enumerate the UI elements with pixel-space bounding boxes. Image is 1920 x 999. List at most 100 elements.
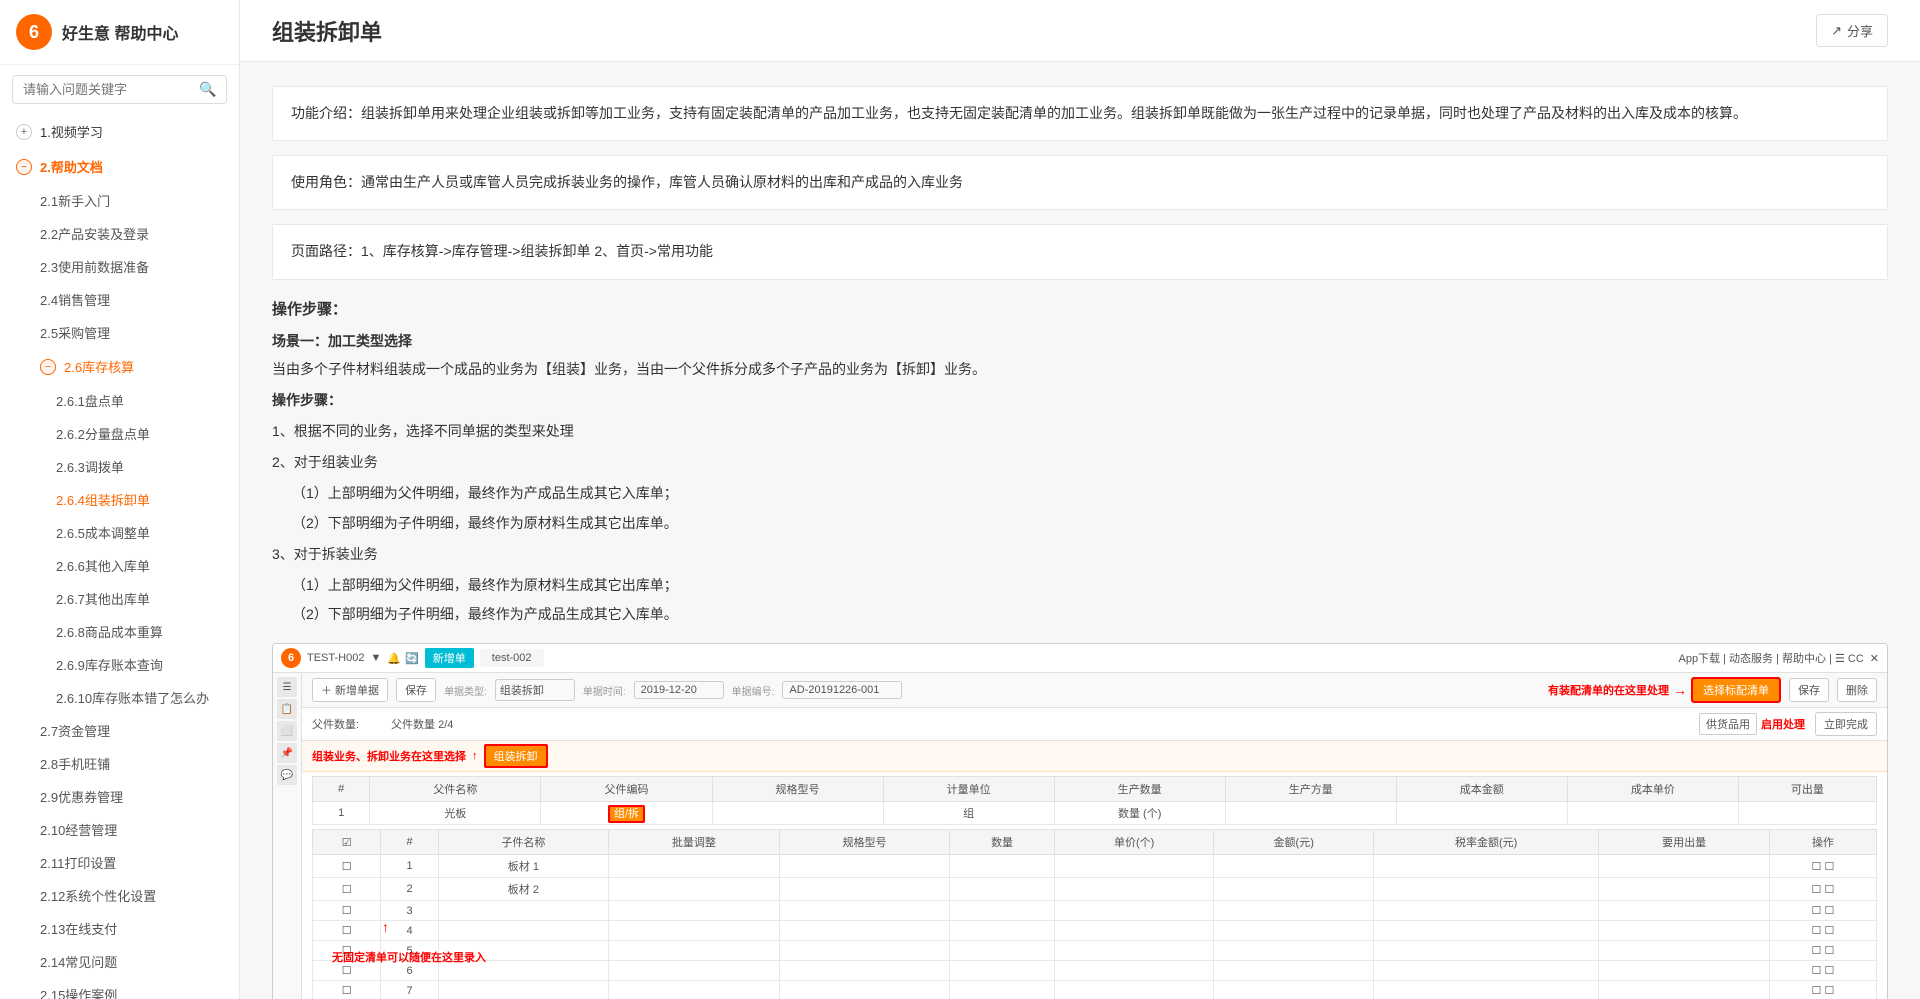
mock-parent-cell-10 [1738,802,1876,825]
mock-body: ☰ 📋 ⬜ 📌 💬 ＋ 新增单据 保存 单据类型: 组装拆卸 [273,673,1887,999]
sidebar-item-install[interactable]: 2.2产品安装及登录 [0,217,239,250]
mock-parent-cell-2: 光板 [370,802,541,825]
mock-child-row-4: ☐ 4 [313,921,1877,941]
steps-intro: 操作步骤： [272,388,1888,413]
main-header: 组装拆卸单 ↗ 分享 [240,0,1920,62]
mock-toolbar-new-btn[interactable]: ＋ 新增单据 [312,678,388,702]
mock-th-unit: 计量单位 [883,777,1054,802]
sidebar-item-assembly[interactable]: 2.6.4组装拆卸单 [0,483,239,516]
mock-sub-th-batch: 批量调整 [609,830,780,855]
sidebar-item-inventory[interactable]: − 2.6库存核算 [0,349,239,384]
mock-parent-cell-5: 组 [883,802,1054,825]
mock-app-logo: 6 [281,648,301,668]
mock-date-label: 单据时间: [583,683,626,698]
search-box[interactable]: 🔍 [12,75,227,104]
mock-arrow-icon: ▼ [370,652,381,664]
step2-sub1: （1）上部明细为父件明细，最终作为产成品生成其它入库单； [292,481,1888,506]
sidebar-item-inventory-error[interactable]: 2.6.10库存账本错了怎么办 [0,681,239,714]
mock-type-value[interactable]: 组装拆卸 [495,679,575,701]
sidebar-item-inventory-query[interactable]: 2.6.9库存账本查询 [0,648,239,681]
mock-sub-th-num: # [381,830,438,855]
sidebar-item-mobile[interactable]: 2.8手机旺铺 [0,747,239,780]
screenshot-inner: 6 TEST-H002 ▼ 🔔 🔄 新增单 test-002 App下载 | 动… [273,644,1887,999]
expand-icon-1: + [16,124,32,140]
search-input[interactable] [23,82,199,97]
screenshot-container: 6 TEST-H002 ▼ 🔔 🔄 新增单 test-002 App下载 | 动… [272,643,1888,999]
sidebar-item-cases[interactable]: 2.15操作案例 [0,978,239,999]
mock-sub-th-spec: 规格型号 [779,830,950,855]
step3-sub1: （1）上部明细为父件明细，最终作为原材料生成其它出库单； [292,573,1888,598]
sidebar-item-newcomer[interactable]: 2.1新手入门 [0,184,239,217]
sidebar-item-coupon[interactable]: 2.9优惠券管理 [0,780,239,813]
sidebar-item-faq[interactable]: 2.14常见问题 [0,945,239,978]
mock-save-btn2[interactable]: 保存 [1789,678,1829,702]
mock-child-row-3: ☐ 3 [313,901,1877,921]
sidebar-item-cost-recalc[interactable]: 2.6.8商品成本重算 [0,615,239,648]
sidebar-item-stocktake[interactable]: 2.6.1盘点单 [0,384,239,417]
mock-left-icon-5[interactable]: 💬 [277,765,297,785]
mock-left-icon-3[interactable]: ⬜ [277,721,297,741]
mock-count-row: 父件数量: 父件数量 2/4 供货品用 启用处理 立即完成 [302,708,1887,741]
mock-count-label: 父件数量: [312,716,381,732]
sidebar-item-purchase[interactable]: 2.5采购管理 [0,316,239,349]
mock-process-annotation: 启用处理 [1761,716,1805,732]
sidebar-item-funds[interactable]: 2.7资金管理 [0,714,239,747]
mock-left-panel: ☰ 📋 ⬜ 📌 💬 [273,673,302,999]
mock-left-icon-2[interactable]: 📋 [277,699,297,719]
mock-toolbar: ＋ 新增单据 保存 单据类型: 组装拆卸 单据时间: 2019-12-20 单据… [302,673,1887,708]
mock-sub-th-available: 要用出量 [1599,830,1770,855]
mock-toolbar-save-btn[interactable]: 保存 [396,678,436,702]
mock-sub-th-check: ☑ [313,830,381,855]
steps-title: 操作步骤： [272,298,1888,319]
sidebar-item-data-prep[interactable]: 2.3使用前数据准备 [0,250,239,283]
brand-name: 好生意 帮助中心 [62,20,178,44]
intro-block: 功能介绍：组装拆卸单用来处理企业组装或拆卸等加工业务，支持有固定装配清单的产品加… [272,86,1888,141]
sidebar-nav: + 1.视频学习 − 2.帮助文档 2.1新手入门 2.2产品安装及登录 2.3… [0,114,239,999]
sidebar-item-video-learning[interactable]: + 1.视频学习 [0,114,239,149]
mock-sub-th-amount: 金额(元) [1214,830,1374,855]
mock-left-icon-4[interactable]: 📌 [277,743,297,763]
mock-close-icon[interactable]: ✕ [1870,652,1879,665]
mock-process-area: 供货品用 启用处理 [1699,713,1805,735]
sidebar-item-sales[interactable]: 2.4销售管理 [0,283,239,316]
mock-assembly-btn[interactable]: 组装拆卸 [484,744,548,768]
mock-main-area: ＋ 新增单据 保存 单据类型: 组装拆卸 单据时间: 2019-12-20 单据… [302,673,1887,999]
mock-parent-cell-4 [712,802,883,825]
mock-number-value[interactable]: AD-20191226-001 [782,681,902,699]
mock-tab-new[interactable]: 新增单 [425,648,474,668]
mock-sub-th-actions: 操作 [1769,830,1876,855]
mock-th-vol: 生产方量 [1225,777,1396,802]
sidebar-item-transfer[interactable]: 2.6.3调拨单 [0,450,239,483]
sidebar-item-other-out[interactable]: 2.6.7其他出库单 [0,582,239,615]
mock-parent-row-1: 1 光板 组/拆 组 数量 (个) [313,802,1877,825]
share-button[interactable]: ↗ 分享 [1816,14,1888,47]
scenario1-desc: 当由多个子件材料组装成一个成品的业务为【组装】业务，当由一个父件拆分成多个子产品… [272,357,1888,382]
mock-confirm-btn[interactable]: 立即完成 [1815,712,1877,736]
mock-child-row-7: ☐ 7 [313,981,1877,999]
page-title: 组装拆卸单 [272,15,382,47]
sidebar-item-cost-adjust[interactable]: 2.6.5成本调整单 [0,516,239,549]
mock-annotation1-text: 有装配清单的在这里处理 [1548,682,1669,698]
sidebar-item-other-in[interactable]: 2.6.6其他入库单 [0,549,239,582]
mock-child-row-6: ☐ 6 [313,961,1877,981]
sidebar-item-print[interactable]: 2.11打印设置 [0,846,239,879]
sidebar-item-batch-stocktake[interactable]: 2.6.2分量盘点单 [0,417,239,450]
mock-process-input[interactable]: 供货品用 [1699,713,1757,735]
mock-parent-cell-1: 1 [313,802,370,825]
mock-select-btn[interactable]: 选择标配清单 [1691,677,1781,703]
mock-tab-existing[interactable]: test-002 [480,649,544,667]
mock-parent-cell-8 [1396,802,1567,825]
search-icon[interactable]: 🔍 [199,81,216,98]
sidebar-item-operation[interactable]: 2.10经营管理 [0,813,239,846]
mock-delete-btn[interactable]: 删除 [1837,678,1877,702]
mock-left-icon-1[interactable]: ☰ [277,677,297,697]
mock-date-value[interactable]: 2019-12-20 [634,681,724,699]
mock-sub-th-tax: 税率金额(元) [1373,830,1598,855]
sidebar-item-help-docs[interactable]: − 2.帮助文档 [0,149,239,184]
mock-th-num: # [313,777,370,802]
role-block: 使用角色：通常由生产人员或库管人员完成拆装业务的操作，库管人员确认原材料的出库和… [272,155,1888,210]
step1: 1、根据不同的业务，选择不同单据的类型来处理 [272,419,1888,444]
mock-sub-th-price: 单价(个) [1054,830,1214,855]
sidebar-item-online-pay[interactable]: 2.13在线支付 [0,912,239,945]
sidebar-item-personalize[interactable]: 2.12系统个性化设置 [0,879,239,912]
